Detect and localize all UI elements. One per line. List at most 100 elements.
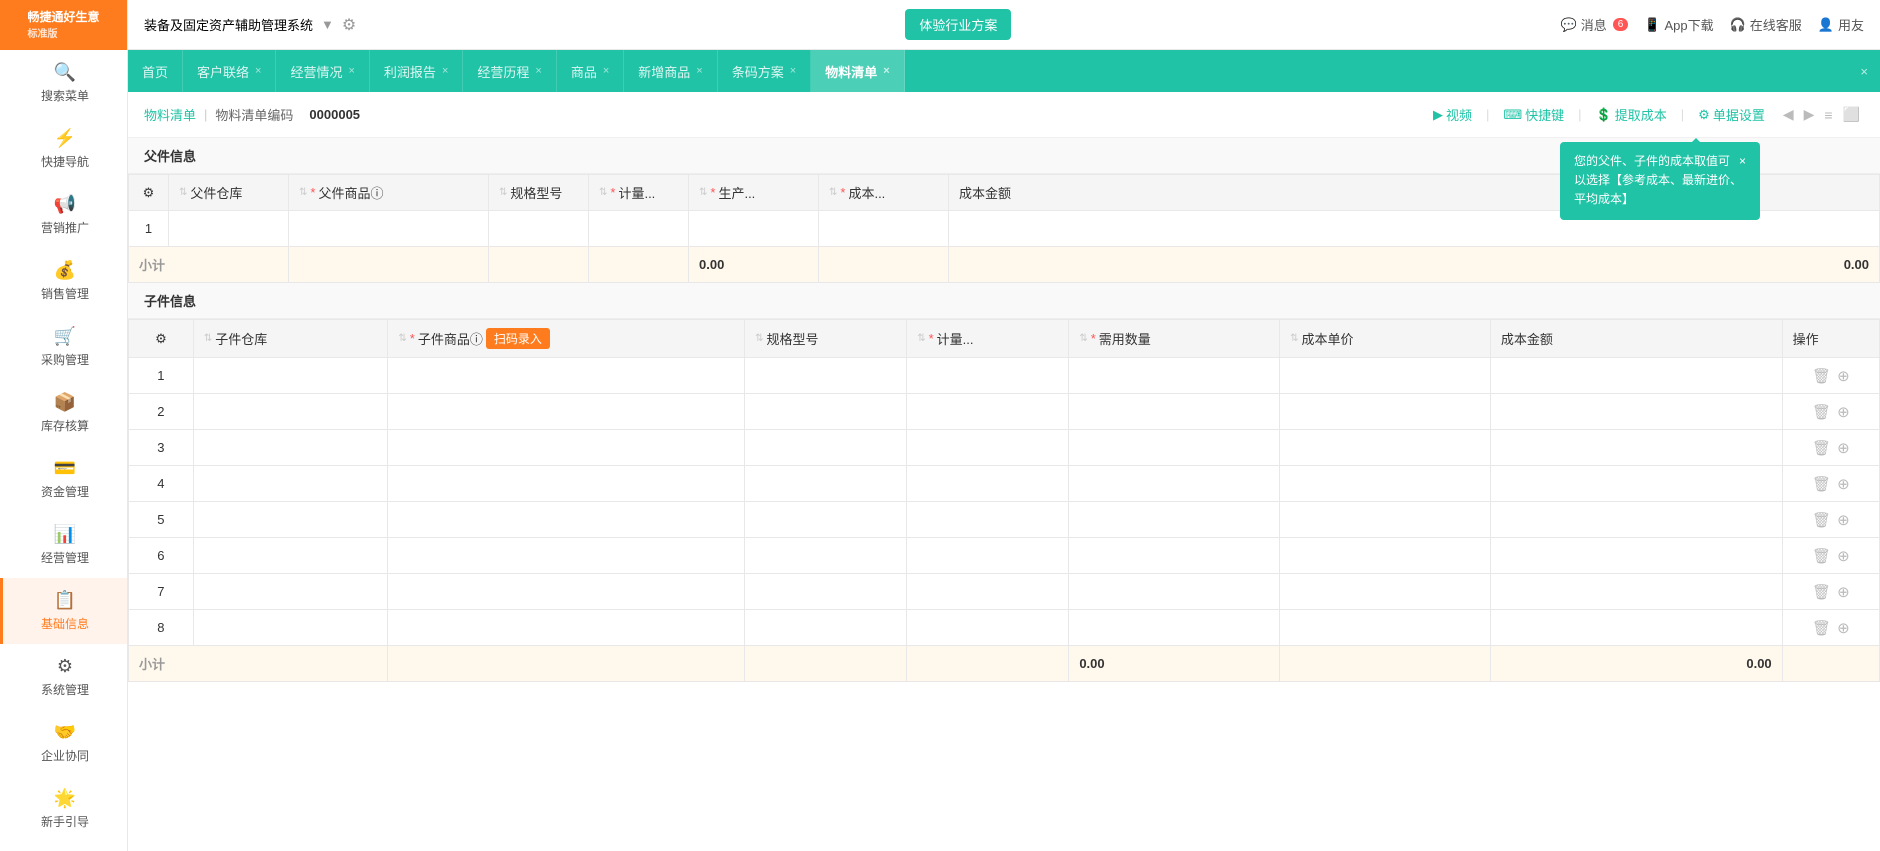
nav-close-all-btn[interactable]: × [1848, 64, 1880, 79]
parent-product-cell[interactable] [289, 211, 489, 247]
child-amount-cell[interactable] [1490, 538, 1782, 574]
child-spec-cell[interactable] [745, 358, 907, 394]
child-qty-cell[interactable] [1069, 430, 1280, 466]
copy-icon[interactable]: ⊕ [1837, 619, 1850, 637]
child-amount-cell[interactable] [1490, 610, 1782, 646]
child-warehouse-cell[interactable] [193, 394, 388, 430]
child-amount-cell[interactable] [1490, 574, 1782, 610]
child-spec-cell[interactable] [745, 430, 907, 466]
child-warehouse-cell[interactable] [193, 610, 388, 646]
prev-arrow[interactable]: ◀ [1779, 104, 1798, 125]
nav-tab-2[interactable]: 经营情况× [276, 50, 369, 92]
child-unit-cell[interactable] [907, 358, 1069, 394]
child-unit-cost-cell[interactable] [1280, 358, 1491, 394]
child-unit-cell[interactable] [907, 610, 1069, 646]
child-product-cell[interactable] [388, 394, 745, 430]
sidebar-item-sales[interactable]: 💰 销售管理 [0, 248, 127, 314]
child-spec-cell[interactable] [745, 502, 907, 538]
child-unit-cell[interactable] [907, 394, 1069, 430]
delete-icon[interactable]: 🗑 [1812, 547, 1831, 565]
child-product-cell[interactable] [388, 538, 745, 574]
scan-button[interactable]: 扫码录入 [486, 328, 550, 349]
delete-icon[interactable]: 🗑 [1812, 583, 1831, 601]
sidebar-item-marketing[interactable]: 📢 营销推广 [0, 182, 127, 248]
child-unit-cost-cell[interactable] [1280, 394, 1491, 430]
child-warehouse-cell[interactable] [193, 574, 388, 610]
tab-close-icon[interactable]: × [603, 65, 609, 77]
child-unit-cost-cell[interactable] [1280, 466, 1491, 502]
child-spec-cell[interactable] [745, 610, 907, 646]
expand-icon[interactable]: ⬜ [1839, 104, 1864, 125]
nav-tab-8[interactable]: 物料清单× [811, 50, 904, 92]
action-settings[interactable]: ⚙ 单据设置 [1698, 105, 1765, 124]
child-product-cell[interactable] [388, 610, 745, 646]
child-spec-cell[interactable] [745, 574, 907, 610]
copy-icon[interactable]: ⊕ [1837, 439, 1850, 457]
copy-icon[interactable]: ⊕ [1837, 583, 1850, 601]
child-unit-cell[interactable] [907, 430, 1069, 466]
child-warehouse-cell[interactable] [193, 466, 388, 502]
child-spec-cell[interactable] [745, 538, 907, 574]
sidebar-item-inventory[interactable]: 📦 库存核算 [0, 380, 127, 446]
sidebar-item-system[interactable]: ⚙ 系统管理 [0, 644, 127, 710]
copy-icon[interactable]: ⊕ [1837, 403, 1850, 421]
delete-icon[interactable]: 🗑 [1812, 403, 1831, 421]
sidebar-item-purchase[interactable]: 🛒 采购管理 [0, 314, 127, 380]
child-qty-cell[interactable] [1069, 394, 1280, 430]
sidebar-item-enterprise[interactable]: 🤝 企业协同 [0, 710, 127, 776]
experience-button[interactable]: 体验行业方案 [905, 9, 1011, 40]
action-shortcut[interactable]: ⌨ 快捷键 [1503, 105, 1564, 124]
child-amount-cell[interactable] [1490, 430, 1782, 466]
child-amount-cell[interactable] [1490, 358, 1782, 394]
tab-close-icon[interactable]: × [442, 65, 448, 77]
delete-icon[interactable]: 🗑 [1812, 511, 1831, 529]
child-product-cell[interactable] [388, 358, 745, 394]
tab-close-icon[interactable]: × [883, 65, 889, 77]
sidebar-item-quick-nav[interactable]: ⚡ 快捷导航 [0, 116, 127, 182]
parent-cost-cell[interactable] [819, 211, 949, 247]
parent-warehouse-cell[interactable] [169, 211, 289, 247]
tab-close-icon[interactable]: × [535, 65, 541, 77]
tab-close-icon[interactable]: × [255, 65, 261, 77]
list-view-icon[interactable]: ≡ [1820, 105, 1836, 125]
child-unit-cost-cell[interactable] [1280, 430, 1491, 466]
nav-tab-3[interactable]: 利润报告× [370, 50, 463, 92]
tab-close-icon[interactable]: × [696, 65, 702, 77]
child-unit-cost-cell[interactable] [1280, 574, 1491, 610]
delete-icon[interactable]: 🗑 [1812, 619, 1831, 637]
online-service-item[interactable]: 🎧 在线客服 [1730, 15, 1802, 34]
parent-unit-cell[interactable] [589, 211, 689, 247]
child-product-cell[interactable] [388, 430, 745, 466]
child-unit-cell[interactable] [907, 466, 1069, 502]
message-item[interactable]: 💬 消息 6 [1561, 15, 1629, 34]
nav-tab-7[interactable]: 条码方案× [718, 50, 811, 92]
child-unit-cell[interactable] [907, 538, 1069, 574]
dropdown-arrow-icon[interactable]: ▼ [321, 17, 334, 32]
copy-icon[interactable]: ⊕ [1837, 511, 1850, 529]
child-product-cell[interactable] [388, 502, 745, 538]
child-warehouse-cell[interactable] [193, 538, 388, 574]
nav-tab-0[interactable]: 首页 [128, 50, 183, 92]
copy-icon[interactable]: ⊕ [1837, 475, 1850, 493]
nav-tab-6[interactable]: 新增商品× [624, 50, 717, 92]
child-unit-cost-cell[interactable] [1280, 502, 1491, 538]
sidebar-item-guide[interactable]: 🌟 新手引导 [0, 776, 127, 842]
child-qty-cell[interactable] [1069, 610, 1280, 646]
action-cost[interactable]: 💲 提取成本 [1596, 105, 1667, 124]
copy-icon[interactable]: ⊕ [1837, 547, 1850, 565]
child-warehouse-cell[interactable] [193, 430, 388, 466]
parent-spec-cell[interactable] [489, 211, 589, 247]
copy-icon[interactable]: ⊕ [1837, 367, 1850, 385]
parent-production-cell[interactable] [689, 211, 819, 247]
child-amount-cell[interactable] [1490, 466, 1782, 502]
sidebar-item-ops[interactable]: 📊 经营管理 [0, 512, 127, 578]
child-unit-cost-cell[interactable] [1280, 610, 1491, 646]
app-download-item[interactable]: 📱 App下载 [1644, 15, 1713, 34]
tab-close-icon[interactable]: × [790, 65, 796, 77]
child-amount-cell[interactable] [1490, 502, 1782, 538]
action-view[interactable]: ▶ 视频 [1433, 105, 1472, 124]
child-product-cell[interactable] [388, 466, 745, 502]
child-spec-cell[interactable] [745, 466, 907, 502]
tab-close-icon[interactable]: × [348, 65, 354, 77]
child-unit-cell[interactable] [907, 574, 1069, 610]
